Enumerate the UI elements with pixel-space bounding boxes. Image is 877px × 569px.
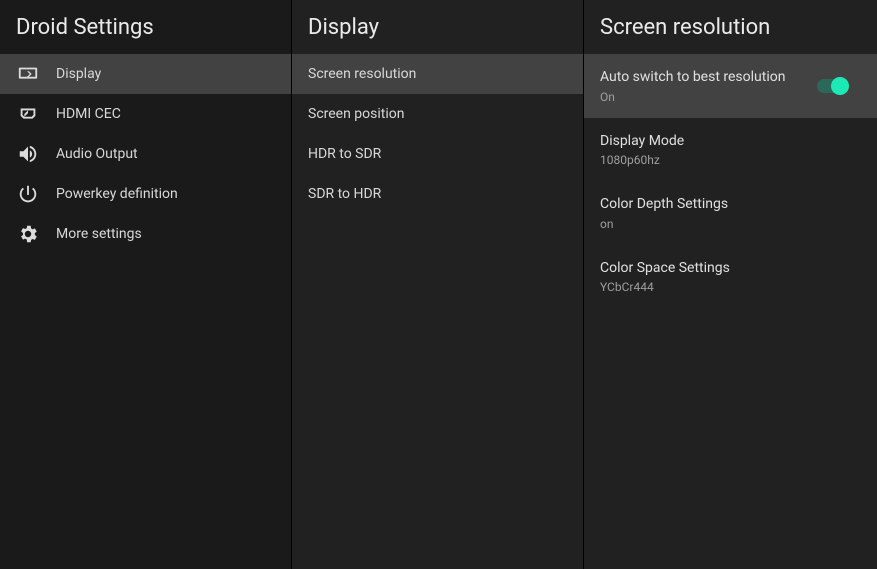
display-item-label: Screen resolution	[308, 66, 416, 82]
nav-item-powerkey[interactable]: Powerkey definition	[0, 174, 291, 214]
nav-item-label: Display	[56, 66, 101, 82]
setting-auto-switch[interactable]: Auto switch to best resolution On	[584, 54, 877, 118]
nav-item-label: Powerkey definition	[56, 186, 178, 202]
resolution-panel: Screen resolution Auto switch to best re…	[584, 0, 877, 569]
setting-text: Display Mode 1080p60hz	[600, 132, 684, 168]
display-item-hdr-to-sdr[interactable]: HDR to SDR	[292, 134, 583, 174]
display-item-screen-resolution[interactable]: Screen resolution	[292, 54, 583, 94]
display-item-label: Screen position	[308, 106, 404, 122]
setting-text: Color Space Settings YCbCr444	[600, 259, 730, 295]
display-panel: Display Screen resolution Screen positio…	[292, 0, 584, 569]
display-item-label: SDR to HDR	[308, 186, 381, 202]
main-nav-panel: Droid Settings Display HDMI CEC Audio Ou…	[0, 0, 292, 569]
auto-switch-toggle[interactable]	[817, 79, 849, 93]
setting-title: Display Mode	[600, 132, 684, 152]
setting-text: Color Depth Settings on	[600, 195, 728, 231]
setting-display-mode[interactable]: Display Mode 1080p60hz	[584, 118, 877, 182]
display-item-label: HDR to SDR	[308, 146, 381, 162]
resolution-panel-title: Screen resolution	[584, 0, 877, 54]
display-item-sdr-to-hdr[interactable]: SDR to HDR	[292, 174, 583, 214]
nav-item-more-settings[interactable]: More settings	[0, 214, 291, 254]
nav-item-display[interactable]: Display	[0, 54, 291, 94]
nav-item-audio-output[interactable]: Audio Output	[0, 134, 291, 174]
display-panel-title: Display	[292, 0, 583, 54]
setting-subtitle: YCbCr444	[600, 280, 730, 294]
setting-title: Color Depth Settings	[600, 195, 728, 215]
setting-subtitle: on	[600, 217, 728, 231]
power-icon	[16, 182, 40, 206]
setting-subtitle: 1080p60hz	[600, 153, 684, 167]
setting-color-depth[interactable]: Color Depth Settings on	[584, 181, 877, 245]
main-nav-title: Droid Settings	[0, 0, 291, 54]
nav-item-label: More settings	[56, 226, 142, 242]
display-item-screen-position[interactable]: Screen position	[292, 94, 583, 134]
setting-text: Auto switch to best resolution On	[600, 68, 785, 104]
nav-item-hdmi-cec[interactable]: HDMI CEC	[0, 94, 291, 134]
nav-item-label: Audio Output	[56, 146, 138, 162]
display-icon	[16, 62, 40, 86]
setting-title: Color Space Settings	[600, 259, 730, 279]
toggle-knob	[831, 77, 849, 95]
gear-icon	[16, 222, 40, 246]
nav-item-label: HDMI CEC	[56, 106, 121, 122]
setting-subtitle: On	[600, 90, 785, 104]
volume-icon	[16, 142, 40, 166]
hdmi-icon	[16, 102, 40, 126]
setting-color-space[interactable]: Color Space Settings YCbCr444	[584, 245, 877, 309]
setting-title: Auto switch to best resolution	[600, 68, 785, 88]
